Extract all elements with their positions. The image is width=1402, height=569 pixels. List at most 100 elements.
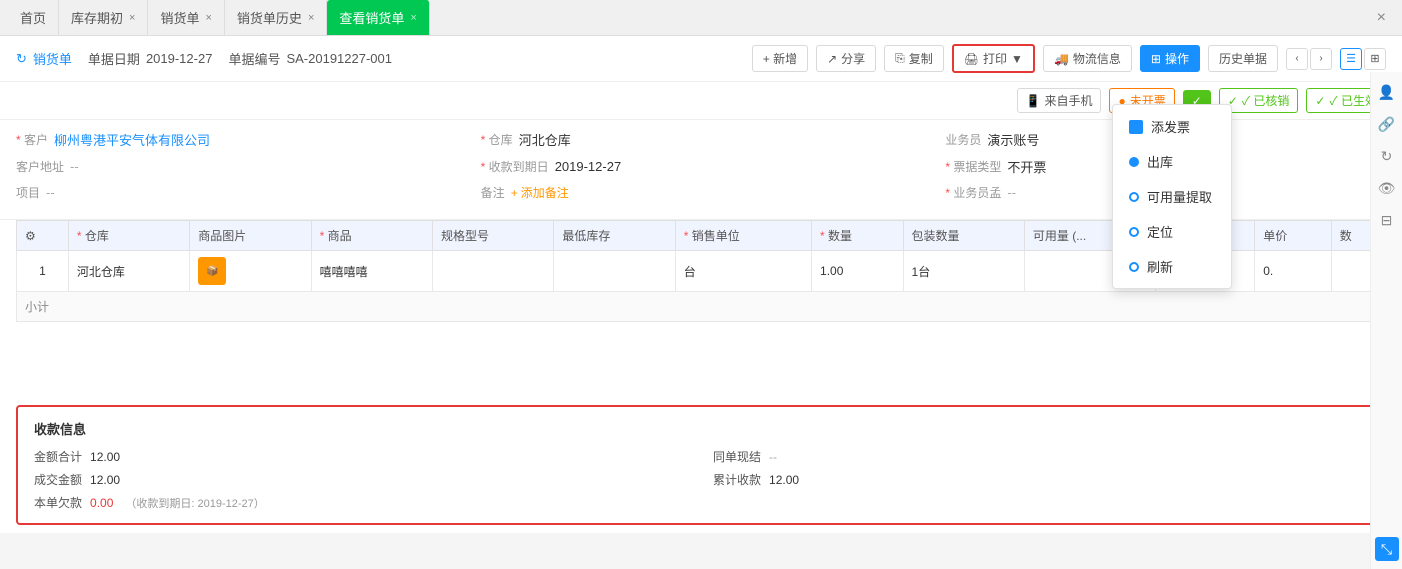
staff2-value: --: [1007, 185, 1016, 200]
outstanding-value: 0.00: [90, 496, 113, 510]
right-sidebar: 👤 🔗 ↻ 👁 ⊟ ⤡: [1370, 72, 1402, 569]
share-button[interactable]: ↗ 分享: [816, 45, 876, 72]
note-label: 备注: [481, 184, 505, 201]
share-label: 分享: [841, 50, 865, 67]
tab-view-sales[interactable]: 查看销货单 ×: [327, 0, 429, 35]
deal-amount-value: 12.00: [90, 473, 120, 487]
tab-sales-history[interactable]: 销货单历史 ×: [225, 0, 327, 35]
summary-cumulative-receipt: 累计收款 12.00: [713, 471, 1368, 488]
doc-type-label: 销货单: [33, 49, 72, 68]
tab-view-sales-label: 查看销货单: [339, 8, 404, 27]
add-note-plus: +: [511, 186, 518, 200]
doc-date-field: 单据日期 2019-12-27: [88, 49, 213, 68]
payment-date-label: * 收款到期日: [481, 158, 549, 175]
th-warehouse: * 仓库: [68, 221, 189, 251]
history-button[interactable]: 历史单据: [1208, 45, 1278, 72]
sidebar-user-icon[interactable]: 👁: [1375, 176, 1399, 200]
sidebar-profile-icon[interactable]: 👤: [1375, 80, 1399, 104]
dropdown-locate[interactable]: 定位: [1113, 214, 1231, 249]
payment-date-field: * 收款到期日 2019-12-27: [481, 158, 922, 175]
row-warehouse: 河北仓库: [68, 251, 189, 292]
doc-date-value: 2019-12-27: [146, 51, 213, 66]
deal-amount-label: 成交金额: [34, 471, 82, 488]
dropdown-available-qty[interactable]: 可用量提取: [1113, 179, 1231, 214]
locate-icon: [1129, 227, 1139, 237]
ticket-type-value: 不开票: [1007, 157, 1046, 176]
add-invoice-label: 添发票: [1151, 117, 1190, 136]
from-phone-label: 来自手机: [1044, 92, 1092, 109]
outbound-label: 出库: [1147, 152, 1173, 171]
address-label: 客户地址: [16, 158, 64, 175]
operate-dropdown: 添发票 出库 可用量提取 定位 刷新: [1112, 104, 1232, 289]
row-unit: 台: [675, 251, 811, 292]
doc-header: ↻ 销货单 单据日期 2019-12-27 单据编号 SA-20191227-0…: [0, 36, 1402, 82]
share-icon: ↗: [827, 52, 837, 66]
dropdown-refresh[interactable]: 刷新: [1113, 249, 1231, 284]
payment-date-value: 2019-12-27: [555, 159, 622, 174]
th-spec: 规格型号: [432, 221, 553, 251]
summary-deal-amount: 成交金额 12.00: [34, 471, 689, 488]
print-icon: 🖨: [964, 52, 979, 66]
row-product: 嘻嘻嘻嘻: [311, 251, 432, 292]
tab-sales-history-close[interactable]: ×: [308, 12, 314, 24]
dropdown-outbound[interactable]: 出库: [1113, 144, 1231, 179]
from-phone-button[interactable]: 📱 来自手机: [1017, 88, 1102, 113]
dropdown-add-invoice[interactable]: 添发票: [1113, 109, 1231, 144]
phone-icon: 📱: [1026, 94, 1041, 108]
row-min-stock: [554, 251, 675, 292]
available-qty-icon: [1129, 192, 1139, 202]
summary-same-order-cash: 同单现结 --: [713, 448, 1368, 465]
nav-arrows: ‹ ›: [1286, 48, 1332, 70]
new-button[interactable]: + 新增: [752, 45, 808, 72]
cumulative-receipt-label: 累计收款: [713, 471, 761, 488]
warehouse-value: 河北仓库: [519, 130, 571, 149]
outstanding-note: （收款到期日: 2019-12-27）: [125, 495, 264, 511]
history-label: 历史单据: [1219, 50, 1267, 67]
tab-inventory-close[interactable]: ×: [129, 12, 135, 24]
tab-home[interactable]: 首页: [8, 0, 59, 35]
view-icons: ☰ ⊞: [1340, 48, 1386, 70]
sidebar-table-icon[interactable]: ⊟: [1375, 208, 1399, 232]
tab-view-sales-close[interactable]: ×: [410, 12, 416, 24]
grid-view-icon[interactable]: ⊞: [1364, 48, 1386, 70]
operate-button[interactable]: ⊞ 操作: [1140, 45, 1200, 72]
th-gear[interactable]: ⚙: [17, 221, 69, 251]
staff2-label: * 业务员孟: [945, 184, 1001, 201]
sidebar-rotation-icon[interactable]: ↻: [1375, 144, 1399, 168]
list-view-icon[interactable]: ☰: [1340, 48, 1362, 70]
print-button[interactable]: 🖨 打印 ▼: [952, 44, 1035, 73]
sidebar-expand-icon[interactable]: ⤡: [1375, 537, 1399, 561]
note-field: 备注 + 添加备注: [481, 184, 922, 201]
customer-label: * 客户: [16, 131, 48, 148]
effective-check-icon: ✓: [1315, 94, 1325, 108]
product-image: 📦: [198, 257, 226, 285]
tab-sales-history-label: 销货单历史: [237, 8, 302, 27]
window-close-button[interactable]: ×: [1369, 5, 1394, 31]
warehouse-field: * 仓库 河北仓库: [481, 130, 922, 149]
row-spec: [432, 251, 553, 292]
tab-sales[interactable]: 销货单 ×: [148, 0, 224, 35]
row-product-img: 📦: [190, 251, 311, 292]
customer-field: * 客户 柳州粤港平安气体有限公司: [16, 130, 457, 149]
total-label: 金额合计: [34, 448, 82, 465]
operate-label: 操作: [1165, 50, 1189, 67]
project-value: --: [46, 185, 55, 200]
next-arrow[interactable]: ›: [1310, 48, 1332, 70]
th-pack-qty: 包装数量: [903, 221, 1024, 251]
add-note-button[interactable]: + 添加备注: [511, 184, 569, 201]
copy-button[interactable]: ⎘ 复制: [884, 45, 944, 72]
tab-sales-close[interactable]: ×: [205, 12, 211, 24]
tab-inventory[interactable]: 库存期初 ×: [59, 0, 148, 35]
outbound-icon: [1129, 157, 1139, 167]
operate-grid-icon: ⊞: [1151, 52, 1161, 66]
logistics-icon: 🚚: [1054, 52, 1069, 66]
same-order-cash-label: 同单现结: [713, 448, 761, 465]
sidebar-link-icon[interactable]: 🔗: [1375, 112, 1399, 136]
prev-arrow[interactable]: ‹: [1286, 48, 1308, 70]
row-pack-qty: 1台: [903, 251, 1024, 292]
logistics-button[interactable]: 🚚 物流信息: [1043, 45, 1132, 72]
doc-date-label: 单据日期: [88, 49, 140, 68]
customer-value[interactable]: 柳州粤港平安气体有限公司: [54, 130, 210, 149]
th-product-img: 商品图片: [190, 221, 311, 251]
project-label: 项目: [16, 184, 40, 201]
